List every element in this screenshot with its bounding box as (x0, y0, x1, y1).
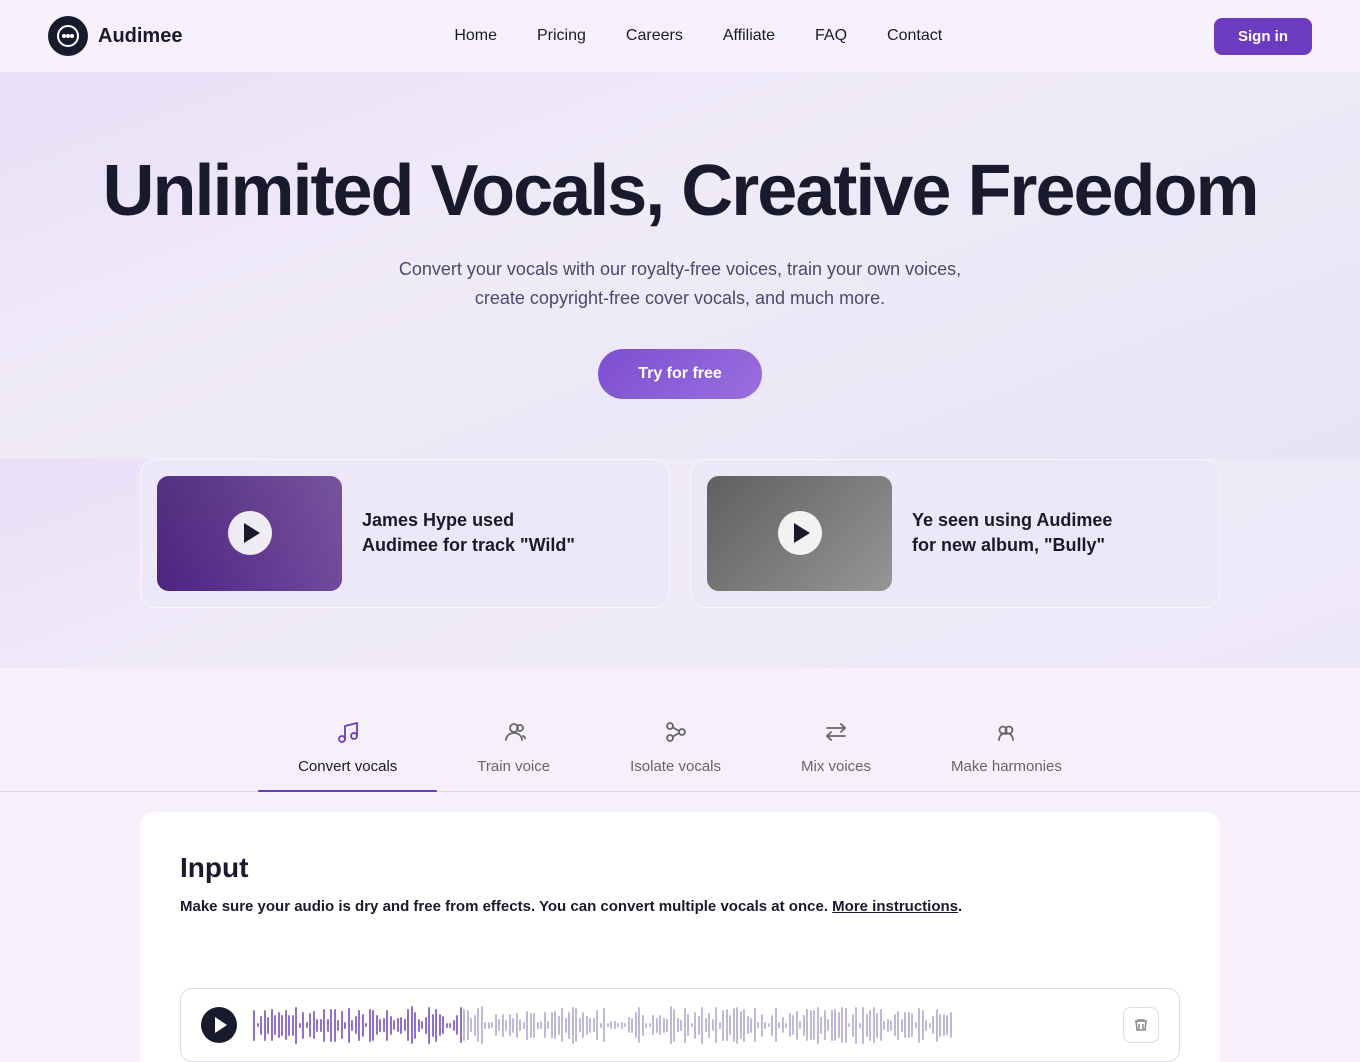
video-thumb-ye (707, 476, 892, 591)
video-card-james: James Hype usedAudimee for track "Wild" (140, 459, 670, 608)
tab-train-label: Train voice (477, 758, 550, 775)
hero-section: Unlimited Vocals, Creative Freedom Conve… (0, 72, 1360, 459)
tab-isolate-label: Isolate vocals (630, 758, 721, 775)
tab-mix-label: Mix voices (801, 758, 871, 775)
brand-name: Audimee (98, 25, 182, 48)
signin-button[interactable]: Sign in (1214, 18, 1312, 55)
navigation: Audimee Home Pricing Careers Affiliate F… (0, 0, 1360, 72)
nav-careers[interactable]: Careers (626, 27, 683, 44)
hero-title: Unlimited Vocals, Creative Freedom (48, 152, 1312, 231)
train-voice-icon (502, 720, 526, 750)
logo-icon (48, 16, 88, 56)
play-button-james[interactable] (228, 511, 272, 555)
tab-mix-voices[interactable]: Mix voices (761, 708, 911, 791)
nav-contact[interactable]: Contact (887, 27, 942, 44)
tab-train-voice[interactable]: Train voice (437, 708, 590, 791)
audio-player (180, 988, 1180, 1062)
tab-isolate-vocals[interactable]: Isolate vocals (590, 708, 761, 791)
content-inner: Input Make sure your audio is dry and fr… (140, 812, 1220, 989)
play-button-ye[interactable] (778, 511, 822, 555)
video-cards-section: James Hype usedAudimee for track "Wild" … (0, 459, 1360, 668)
tabs-nav: Convert vocals Train voice (0, 708, 1360, 792)
more-instructions-link[interactable]: More instructions (832, 898, 958, 915)
tab-make-harmonies[interactable]: Make harmonies (911, 708, 1102, 791)
waveform (253, 1005, 1107, 1045)
hero-subtitle: Convert your vocals with our royalty-fre… (48, 255, 1312, 313)
content-description: Make sure your audio is dry and free fro… (180, 896, 1180, 919)
audio-play-button[interactable] (201, 1007, 237, 1043)
isolate-vocals-icon (664, 720, 688, 750)
nav-home[interactable]: Home (454, 27, 497, 44)
tab-content-area: Input Make sure your audio is dry and fr… (140, 812, 1220, 1062)
tab-harmonies-label: Make harmonies (951, 758, 1062, 775)
convert-vocals-icon (336, 720, 360, 750)
tabs-section: Convert vocals Train voice (0, 668, 1360, 1062)
try-free-button[interactable]: Try for free (598, 349, 762, 399)
tab-convert-label: Convert vocals (298, 758, 397, 775)
mix-voices-icon (824, 720, 848, 750)
nav-links: Home Pricing Careers Affiliate FAQ Conta… (454, 27, 942, 45)
video-card-ye-text: Ye seen using Audimeefor new album, "Bul… (912, 508, 1112, 558)
video-card-james-text: James Hype usedAudimee for track "Wild" (362, 508, 575, 558)
content-title: Input (180, 852, 1180, 884)
make-harmonies-icon (994, 720, 1018, 750)
nav-faq[interactable]: FAQ (815, 27, 847, 44)
nav-affiliate[interactable]: Affiliate (723, 27, 775, 44)
brand-logo[interactable]: Audimee (48, 16, 182, 56)
nav-pricing[interactable]: Pricing (537, 27, 586, 44)
tab-convert-vocals[interactable]: Convert vocals (258, 708, 437, 791)
video-card-ye: Ye seen using Audimeefor new album, "Bul… (690, 459, 1220, 608)
delete-audio-button[interactable] (1123, 1007, 1159, 1043)
video-thumb-james (157, 476, 342, 591)
